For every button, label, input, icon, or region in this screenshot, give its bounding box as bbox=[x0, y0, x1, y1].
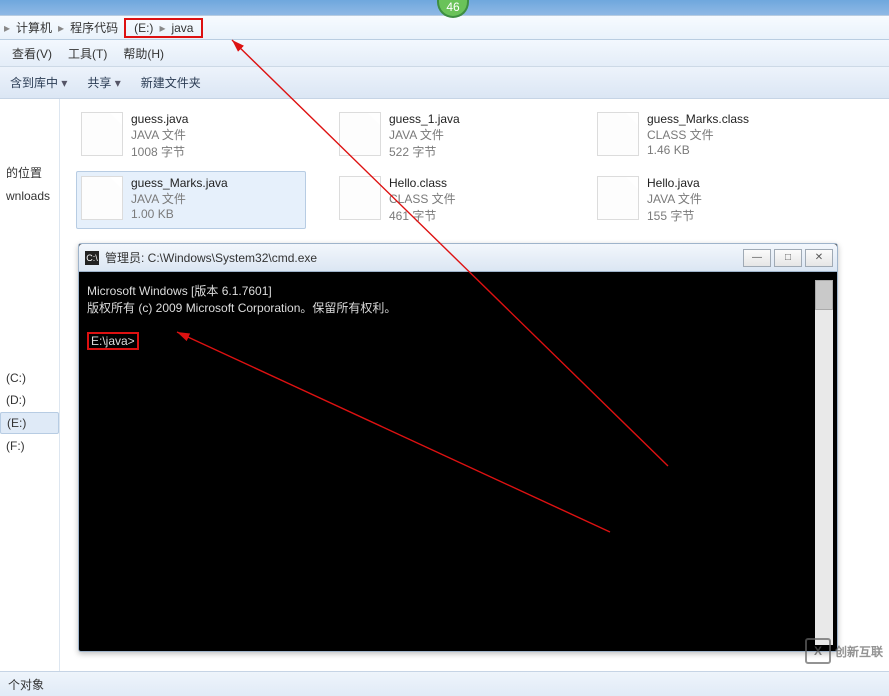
file-grid: guess.javaJAVA 文件1008 字节guess_1.javaJAVA… bbox=[76, 107, 846, 229]
file-icon bbox=[597, 176, 639, 220]
file-item[interactable]: guess_Marks.classCLASS 文件1.46 KB bbox=[592, 107, 822, 165]
window-buttons: — □ ✕ bbox=[740, 249, 837, 267]
file-icon bbox=[339, 176, 381, 220]
highlight-box-prompt: E:\java> bbox=[87, 332, 139, 350]
file-size: 155 字节 bbox=[647, 207, 817, 224]
file-item[interactable]: guess_1.javaJAVA 文件522 字节 bbox=[334, 107, 564, 165]
file-label: Hello.classCLASS 文件461 字节 bbox=[389, 176, 559, 224]
cmd-output[interactable]: Microsoft Windows [版本 6.1.7601] 版权所有 (c)… bbox=[85, 280, 831, 645]
browser-tabs-bar: 46 bbox=[0, 0, 889, 15]
breadcrumb[interactable]: ▸ 计算机 ▸ 程序代码 (E:) ▸ java bbox=[4, 16, 203, 39]
minimize-button[interactable]: — bbox=[743, 249, 771, 267]
file-size: 1008 字节 bbox=[131, 143, 301, 160]
status-text: 个对象 bbox=[8, 678, 44, 692]
file-size: 461 字节 bbox=[389, 207, 559, 224]
address-bar[interactable]: ▸ 计算机 ▸ 程序代码 (E:) ▸ java bbox=[0, 15, 889, 40]
watermark-logo-icon: X bbox=[805, 638, 831, 664]
nav-sidebar: 的位置 wnloads (C:) (D:) (E:) (F:) bbox=[0, 99, 60, 671]
file-icon bbox=[597, 112, 639, 156]
watermark-text: 创新互联 bbox=[835, 643, 883, 660]
file-label: guess.javaJAVA 文件1008 字节 bbox=[131, 112, 301, 160]
file-size: 522 字节 bbox=[389, 143, 559, 160]
new-folder-button[interactable]: 新建文件夹 bbox=[131, 74, 211, 91]
include-in-library-button[interactable]: 含到库中 bbox=[0, 74, 77, 91]
file-label: Hello.javaJAVA 文件155 字节 bbox=[647, 176, 817, 224]
cmd-icon: C:\ bbox=[85, 251, 99, 265]
file-item[interactable]: guess.javaJAVA 文件1008 字节 bbox=[76, 107, 306, 165]
sidebar-drive-d[interactable]: (D:) bbox=[0, 390, 59, 410]
file-name: Hello.java bbox=[647, 176, 817, 190]
file-type: JAVA 文件 bbox=[131, 126, 301, 143]
cmd-window[interactable]: C:\ 管理员: C:\Windows\System32\cmd.exe — □… bbox=[78, 243, 838, 652]
file-type: JAVA 文件 bbox=[647, 190, 817, 207]
file-icon bbox=[81, 112, 123, 156]
sidebar-drive-c[interactable]: (C:) bbox=[0, 368, 59, 388]
sidebar-drive-f[interactable]: (F:) bbox=[0, 436, 59, 456]
file-item[interactable]: guess_Marks.javaJAVA 文件1.00 KB bbox=[76, 171, 306, 229]
file-icon bbox=[339, 112, 381, 156]
file-label: guess_Marks.javaJAVA 文件1.00 KB bbox=[131, 176, 301, 221]
crumb-computer[interactable]: 计算机 bbox=[10, 19, 58, 36]
file-label: guess_Marks.classCLASS 文件1.46 KB bbox=[647, 112, 817, 157]
crumb-drive[interactable]: (E:) bbox=[128, 21, 159, 35]
crumb-folder[interactable]: 程序代码 bbox=[64, 19, 124, 36]
file-icon bbox=[81, 176, 123, 220]
cmd-title-bar[interactable]: C:\ 管理员: C:\Windows\System32\cmd.exe — □… bbox=[79, 244, 837, 272]
file-item[interactable]: Hello.javaJAVA 文件155 字节 bbox=[592, 171, 822, 229]
sidebar-downloads[interactable]: wnloads bbox=[0, 186, 59, 206]
menu-help[interactable]: 帮助(H) bbox=[115, 45, 172, 62]
status-bar: 个对象 bbox=[0, 671, 889, 696]
sidebar-location[interactable]: 的位置 bbox=[0, 161, 59, 184]
toolbar: 含到库中 共享 新建文件夹 bbox=[0, 67, 889, 99]
file-size: 1.00 KB bbox=[131, 207, 301, 221]
file-type: CLASS 文件 bbox=[647, 126, 817, 143]
crumb-java[interactable]: java bbox=[165, 21, 199, 35]
file-name: guess_1.java bbox=[389, 112, 559, 126]
menu-tools[interactable]: 工具(T) bbox=[60, 45, 115, 62]
scroll-thumb[interactable] bbox=[815, 280, 833, 310]
file-label: guess_1.javaJAVA 文件522 字节 bbox=[389, 112, 559, 160]
file-item[interactable]: Hello.classCLASS 文件461 字节 bbox=[334, 171, 564, 229]
cmd-title: 管理员: C:\Windows\System32\cmd.exe bbox=[105, 249, 317, 266]
highlight-box-addr: (E:) ▸ java bbox=[124, 18, 203, 38]
file-name: Hello.class bbox=[389, 176, 559, 190]
file-size: 1.46 KB bbox=[647, 143, 817, 157]
maximize-button[interactable]: □ bbox=[774, 249, 802, 267]
file-type: JAVA 文件 bbox=[389, 126, 559, 143]
file-name: guess_Marks.java bbox=[131, 176, 301, 190]
menu-bar: 查看(V) 工具(T) 帮助(H) bbox=[0, 40, 889, 67]
share-button[interactable]: 共享 bbox=[77, 74, 130, 91]
file-type: CLASS 文件 bbox=[389, 190, 559, 207]
file-name: guess_Marks.class bbox=[647, 112, 817, 126]
file-name: guess.java bbox=[131, 112, 301, 126]
close-button[interactable]: ✕ bbox=[805, 249, 833, 267]
watermark: X 创新互联 bbox=[805, 638, 883, 664]
file-type: JAVA 文件 bbox=[131, 190, 301, 207]
cmd-scrollbar[interactable] bbox=[815, 280, 833, 645]
menu-view[interactable]: 查看(V) bbox=[4, 45, 60, 62]
sidebar-drive-e[interactable]: (E:) bbox=[0, 412, 59, 434]
